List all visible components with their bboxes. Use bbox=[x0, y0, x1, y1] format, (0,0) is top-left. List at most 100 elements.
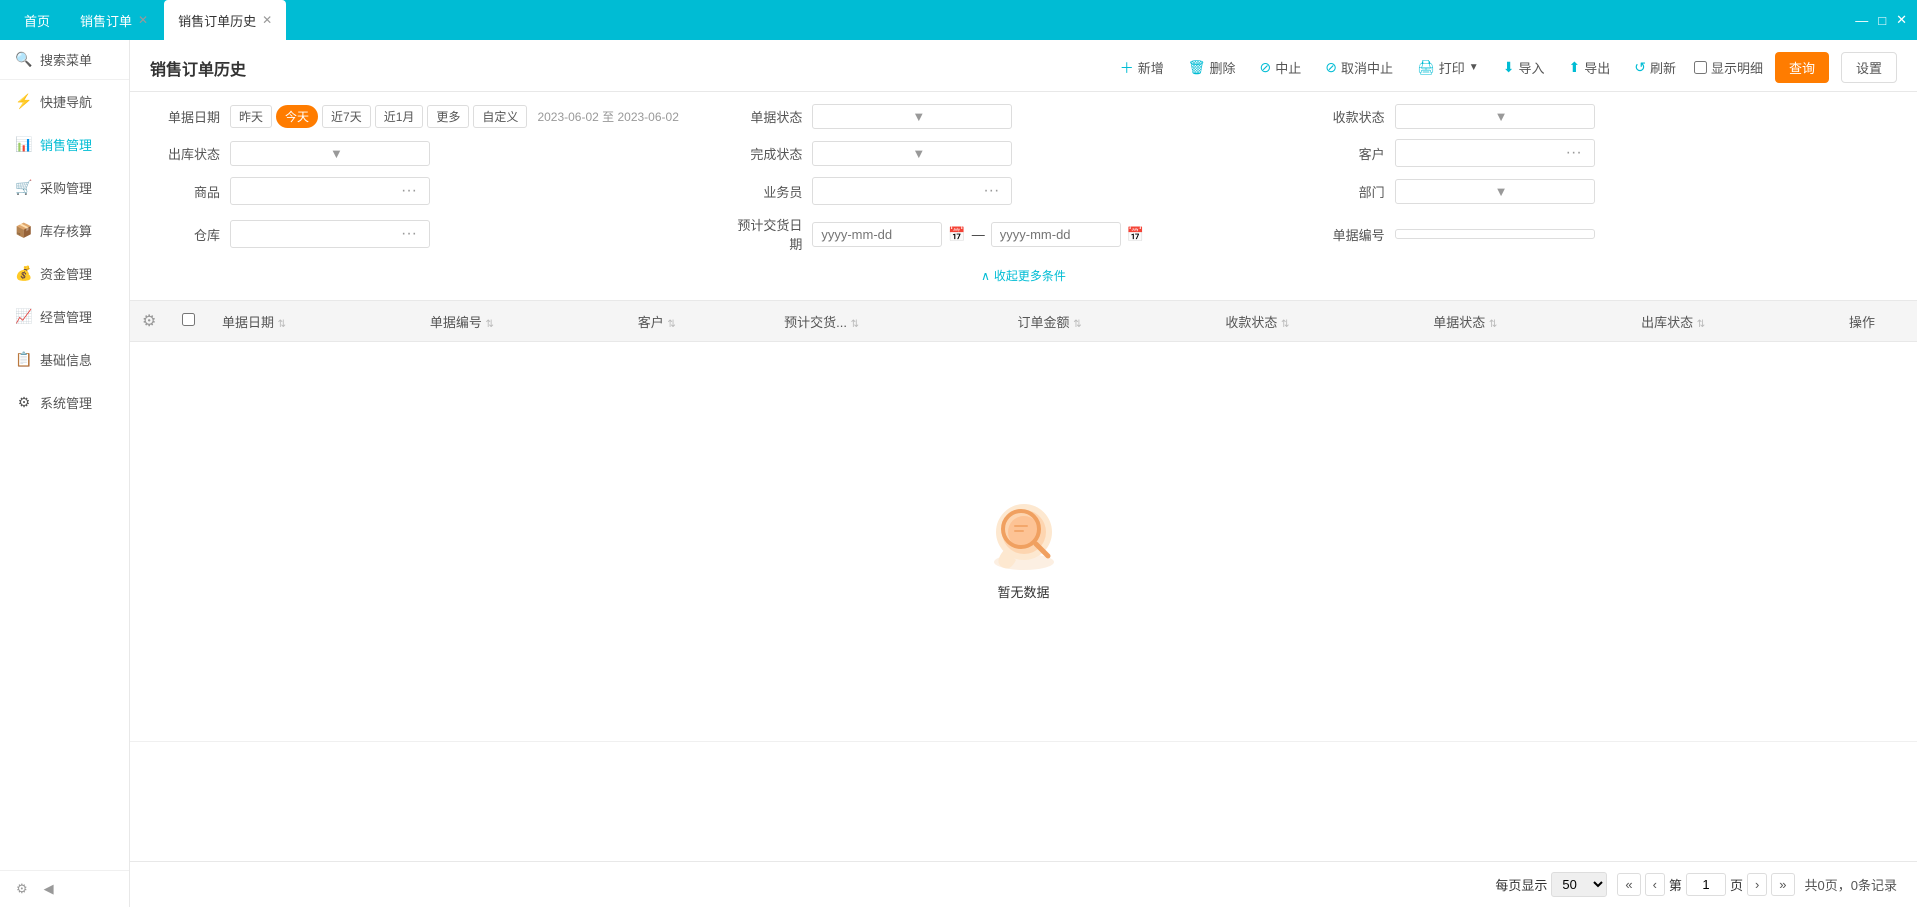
tab-home[interactable]: 首页 bbox=[10, 0, 64, 40]
sidebar-search-label: 搜索菜单 bbox=[40, 50, 92, 69]
collapse-up-icon: ∧ bbox=[981, 269, 990, 283]
window-maximize[interactable]: □ bbox=[1878, 13, 1886, 28]
window-minimize[interactable]: — bbox=[1855, 13, 1868, 28]
collapse-label: 收起更多条件 bbox=[994, 267, 1066, 284]
stop-button[interactable]: ⊘ 中止 bbox=[1254, 54, 1308, 81]
sidebar-item-system[interactable]: ⚙ 系统管理 bbox=[0, 381, 129, 424]
warehouse-ellipsis[interactable]: ··· bbox=[397, 225, 421, 243]
display-detail-label: 显示明细 bbox=[1711, 58, 1763, 77]
out-status-select[interactable]: ▼ bbox=[230, 141, 430, 166]
sidebar-item-sales[interactable]: 📊 销售管理 bbox=[0, 123, 129, 166]
collect-status-select[interactable]: ▼ bbox=[1395, 104, 1595, 129]
th-no-sort[interactable]: ⇅ bbox=[485, 319, 493, 330]
th-amount-sort[interactable]: ⇅ bbox=[1073, 319, 1081, 330]
import-button[interactable]: ⬇ 导入 bbox=[1497, 54, 1551, 81]
refresh-button[interactable]: ↺ 刷新 bbox=[1628, 54, 1682, 81]
settings-button[interactable]: 设置 bbox=[1841, 52, 1897, 83]
date-btn-7days[interactable]: 近7天 bbox=[322, 105, 371, 128]
search-icon: 🔍 bbox=[16, 52, 32, 68]
th-collect-status-sort[interactable]: ⇅ bbox=[1281, 319, 1289, 330]
table-area: ⚙ 单据日期 ⇅ 单据编号 ⇅ bbox=[130, 301, 1917, 861]
th-out-status-sort[interactable]: ⇅ bbox=[1697, 319, 1705, 330]
page-input[interactable] bbox=[1686, 873, 1726, 896]
collapse-button[interactable]: ∧ 收起更多条件 bbox=[150, 263, 1897, 288]
sidebar-settings-icon[interactable]: ⚙ bbox=[16, 881, 28, 897]
th-checkbox bbox=[170, 301, 210, 342]
date-btn-custom[interactable]: 自定义 bbox=[473, 105, 527, 128]
date-btn-more[interactable]: 更多 bbox=[427, 105, 469, 128]
next-page-btn[interactable]: › bbox=[1747, 873, 1767, 896]
cancel-stop-button[interactable]: ⊘ 取消中止 bbox=[1319, 54, 1399, 81]
th-settings: ⚙ bbox=[130, 301, 170, 342]
th-out-status-label: 出库状态 bbox=[1641, 315, 1693, 330]
th-amount-label: 订单金额 bbox=[1018, 315, 1070, 330]
query-button[interactable]: 查询 bbox=[1775, 52, 1829, 83]
th-bill-status-sort[interactable]: ⇅ bbox=[1489, 319, 1497, 330]
expected-date-group: 📅 — 📅 bbox=[812, 222, 1144, 247]
customer-label: 客户 bbox=[1315, 144, 1395, 163]
customer-input[interactable]: ··· bbox=[1395, 139, 1595, 167]
sidebar-item-finance[interactable]: 💰 资金管理 bbox=[0, 252, 129, 295]
tab-sales-order-history-close[interactable]: ✕ bbox=[262, 13, 272, 27]
empty-state-row: 暂无数据 bbox=[130, 342, 1917, 742]
date-separator: — bbox=[972, 227, 985, 242]
goods-input[interactable]: ··· bbox=[230, 177, 430, 205]
last-page-btn[interactable]: » bbox=[1771, 873, 1794, 896]
sidebar-item-quicknav[interactable]: ⚡ 快捷导航 bbox=[0, 80, 129, 123]
delete-button[interactable]: 🗑 删除 bbox=[1182, 54, 1242, 81]
complete-status-select[interactable]: ▼ bbox=[812, 141, 1012, 166]
date-btn-today[interactable]: 今天 bbox=[276, 105, 318, 128]
prev-page-btn[interactable]: ‹ bbox=[1645, 873, 1665, 896]
warehouse-input[interactable]: ··· bbox=[230, 220, 430, 248]
export-button[interactable]: ⬆ 导出 bbox=[1562, 54, 1616, 81]
sidebar-search[interactable]: 🔍 搜索菜单 bbox=[0, 40, 129, 80]
th-bill-status-label: 单据状态 bbox=[1433, 315, 1485, 330]
select-all-checkbox[interactable] bbox=[182, 313, 195, 326]
bill-no-input[interactable] bbox=[1395, 229, 1595, 239]
collapse-area: ∧ 收起更多条件 bbox=[150, 263, 1897, 288]
table-settings-icon[interactable]: ⚙ bbox=[142, 313, 156, 330]
tab-sales-order-close[interactable]: ✕ bbox=[138, 13, 148, 27]
salesman-input[interactable]: ··· bbox=[812, 177, 1012, 205]
expected-date-to[interactable] bbox=[991, 222, 1121, 247]
first-page-btn[interactable]: « bbox=[1617, 873, 1640, 896]
sidebar-item-operations[interactable]: 📈 经营管理 bbox=[0, 295, 129, 338]
dept-select[interactable]: ▼ bbox=[1395, 179, 1595, 204]
tab-sales-order[interactable]: 销售订单 ✕ bbox=[66, 0, 162, 40]
sidebar-collapse-icon[interactable]: ◀ bbox=[44, 881, 54, 897]
add-button[interactable]: ＋ 新增 bbox=[1114, 54, 1170, 82]
goods-ellipsis[interactable]: ··· bbox=[397, 182, 421, 200]
expected-date-to-icon[interactable]: 📅 bbox=[1127, 226, 1144, 243]
th-date-label: 单据日期 bbox=[222, 315, 274, 330]
print-button[interactable]: 🖨 打印 ▼ bbox=[1411, 54, 1485, 81]
expected-date-from[interactable] bbox=[812, 222, 942, 247]
empty-svg bbox=[974, 482, 1074, 582]
th-expected-date-sort[interactable]: ⇅ bbox=[851, 319, 859, 330]
sidebar-item-purchase[interactable]: 🛒 采购管理 bbox=[0, 166, 129, 209]
per-page-select[interactable]: 50 10 20 100 bbox=[1551, 872, 1607, 897]
purchase-icon: 🛒 bbox=[16, 180, 32, 196]
display-detail-input[interactable] bbox=[1694, 61, 1707, 74]
salesman-ellipsis[interactable]: ··· bbox=[979, 182, 1003, 200]
bill-status-select[interactable]: ▼ bbox=[812, 104, 1012, 129]
th-op: 操作 bbox=[1837, 301, 1917, 342]
sidebar-item-inventory[interactable]: 📦 库存核算 bbox=[0, 209, 129, 252]
date-btn-yesterday[interactable]: 昨天 bbox=[230, 105, 272, 128]
date-btn-1month[interactable]: 近1月 bbox=[375, 105, 424, 128]
customer-ellipsis[interactable]: ··· bbox=[1562, 144, 1586, 162]
sidebar-item-inventory-label: 库存核算 bbox=[40, 221, 92, 240]
sidebar-item-basic-info[interactable]: 📋 基础信息 bbox=[0, 338, 129, 381]
window-close[interactable]: ✕ bbox=[1896, 12, 1907, 28]
th-customer-sort[interactable]: ⇅ bbox=[667, 319, 675, 330]
sidebar-item-operations-label: 经营管理 bbox=[40, 307, 92, 326]
th-expected-date: 预计交货... ⇅ bbox=[772, 301, 1005, 342]
th-date-sort[interactable]: ⇅ bbox=[278, 319, 286, 330]
expected-date-from-icon[interactable]: 📅 bbox=[948, 226, 965, 243]
sidebar-bottom: ⚙ ◀ bbox=[0, 870, 129, 907]
display-detail-checkbox[interactable]: 显示明细 bbox=[1694, 58, 1763, 77]
warehouse-label: 仓库 bbox=[150, 225, 230, 244]
th-collect-status: 收款状态 ⇅ bbox=[1213, 301, 1421, 342]
tab-sales-order-history[interactable]: 销售订单历史 ✕ bbox=[164, 0, 286, 40]
sidebar-item-finance-label: 资金管理 bbox=[40, 264, 92, 283]
bill-no-label: 单据编号 bbox=[1315, 225, 1395, 244]
